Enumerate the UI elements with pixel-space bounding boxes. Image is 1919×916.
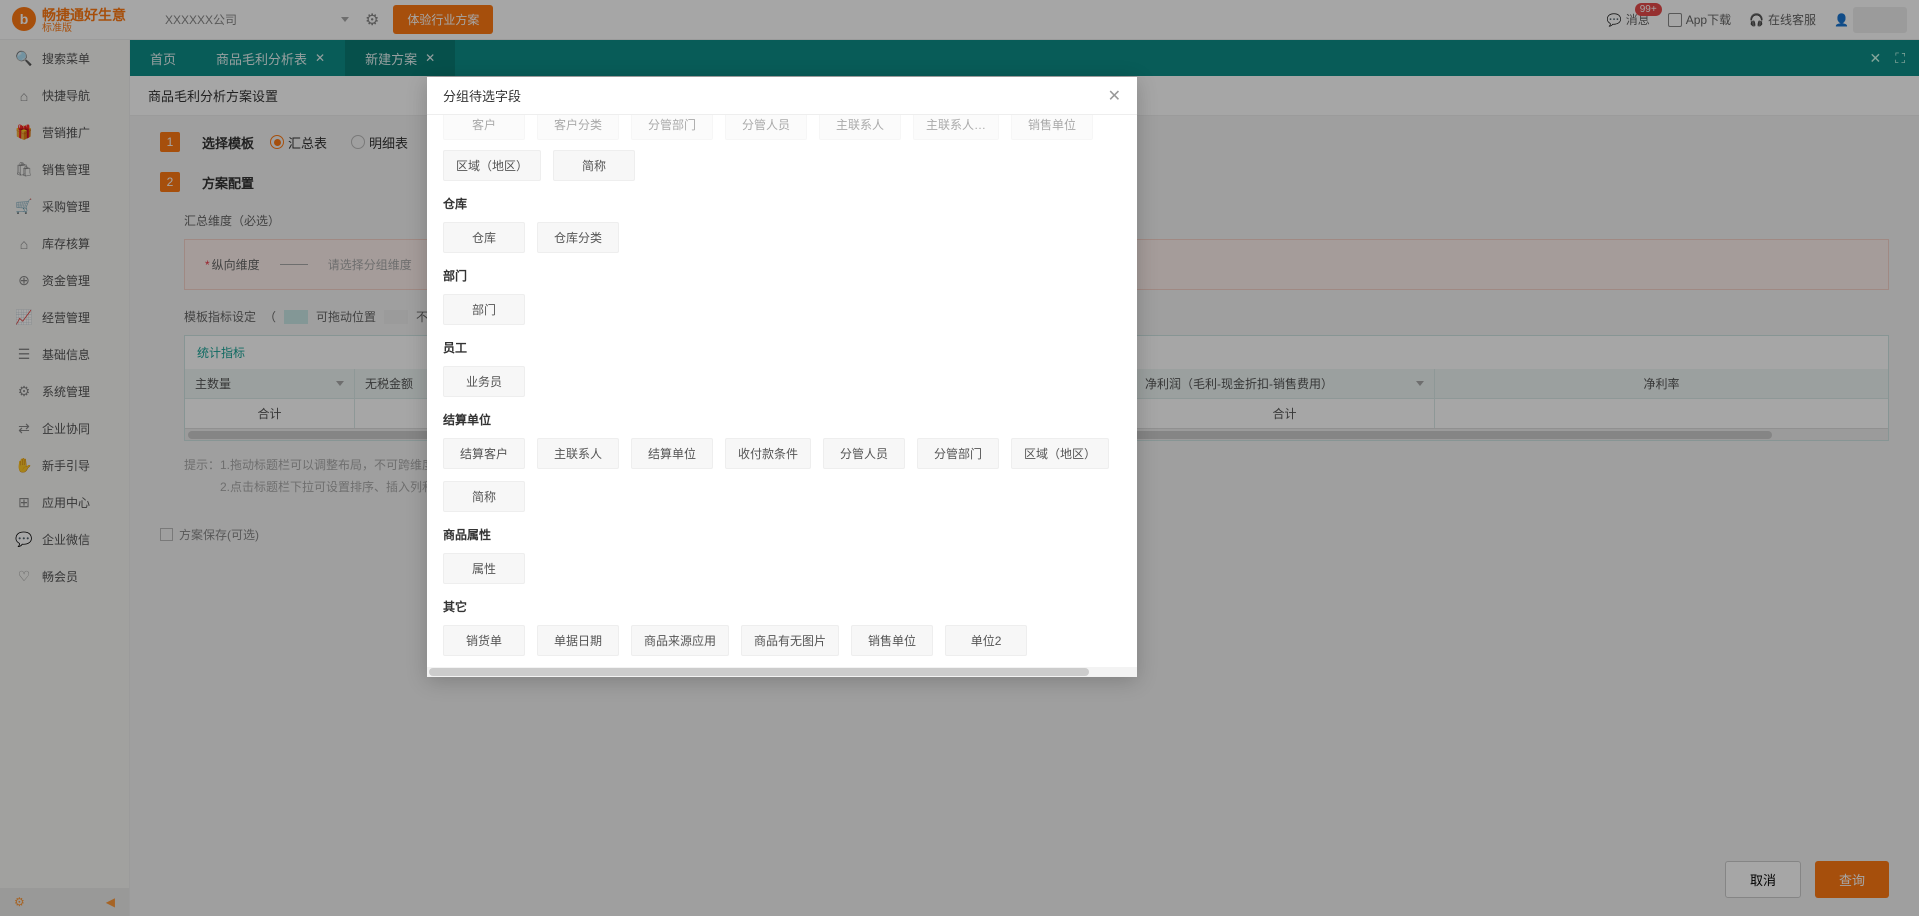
field-option[interactable]: 销售单位 [851,625,933,656]
field-row: 属性 [443,553,1121,584]
modal-horizontal-scrollbar[interactable] [427,667,1137,677]
group-fields-modal: 分组待选字段 ✕ 客户客户分类分管部门分管人员主联系人主联系人…销售单位 区域（… [427,77,1137,677]
field-option[interactable]: 单位2 [945,625,1027,656]
field-option[interactable]: 分管部门 [631,115,713,140]
field-option[interactable]: 简称 [553,150,635,181]
field-option[interactable]: 主联系人 [819,115,901,140]
field-option[interactable]: 分管人员 [725,115,807,140]
field-row: 结算客户主联系人结算单位收付款条件分管人员分管部门区域（地区） 简称 [443,438,1121,512]
field-option[interactable]: 仓库分类 [537,222,619,253]
partial-field-row: 客户客户分类分管部门分管人员主联系人主联系人… 销售单位 [443,115,1121,140]
field-option[interactable]: 商品来源应用 [631,625,729,656]
modal-title: 分组待选字段 [443,86,521,105]
field-row: 仓库仓库分类 [443,222,1121,253]
field-option[interactable]: 结算单位 [631,438,713,469]
field-section-title: 结算单位 [443,411,1121,428]
modal-body[interactable]: 客户客户分类分管部门分管人员主联系人主联系人…销售单位 区域（地区）简称 仓库仓… [427,115,1137,667]
modal-scrollbar-thumb[interactable] [429,668,1089,676]
field-option[interactable]: 销售单位 [1011,115,1093,140]
field-section-title: 其它 [443,598,1121,615]
partial-field-row-2: 区域（地区） 简称 [443,150,1121,181]
field-option[interactable]: 主联系人 [537,438,619,469]
field-option[interactable]: 销货单 [443,625,525,656]
field-option[interactable]: 单据日期 [537,625,619,656]
field-option[interactable]: 分管人员 [823,438,905,469]
field-section-title: 仓库 [443,195,1121,212]
field-option[interactable]: 客户 [443,115,525,140]
field-option[interactable]: 区域（地区） [443,150,541,181]
field-option[interactable]: 仓库 [443,222,525,253]
field-section-title: 部门 [443,267,1121,284]
field-option[interactable]: 客户分类 [537,115,619,140]
modal-header: 分组待选字段 ✕ [427,77,1137,115]
field-row: 销货单单据日期商品来源应用商品有无图片销售单位单位2主计量制单人审核人出库人预计… [443,625,1121,667]
field-row: 业务员 [443,366,1121,397]
modal-close-icon[interactable]: ✕ [1108,86,1121,106]
field-section-title: 商品属性 [443,526,1121,543]
field-option[interactable]: 商品有无图片 [741,625,839,656]
field-section-title: 员工 [443,339,1121,356]
field-option[interactable]: 区域（地区） [1011,438,1109,469]
field-option[interactable]: 收付款条件 [725,438,811,469]
field-row: 部门 [443,294,1121,325]
field-option[interactable]: 分管部门 [917,438,999,469]
field-option[interactable]: 主联系人… [913,115,999,140]
field-option[interactable]: 简称 [443,481,525,512]
field-option[interactable]: 属性 [443,553,525,584]
field-option[interactable]: 结算客户 [443,438,525,469]
field-option[interactable]: 部门 [443,294,525,325]
field-option[interactable]: 业务员 [443,366,525,397]
